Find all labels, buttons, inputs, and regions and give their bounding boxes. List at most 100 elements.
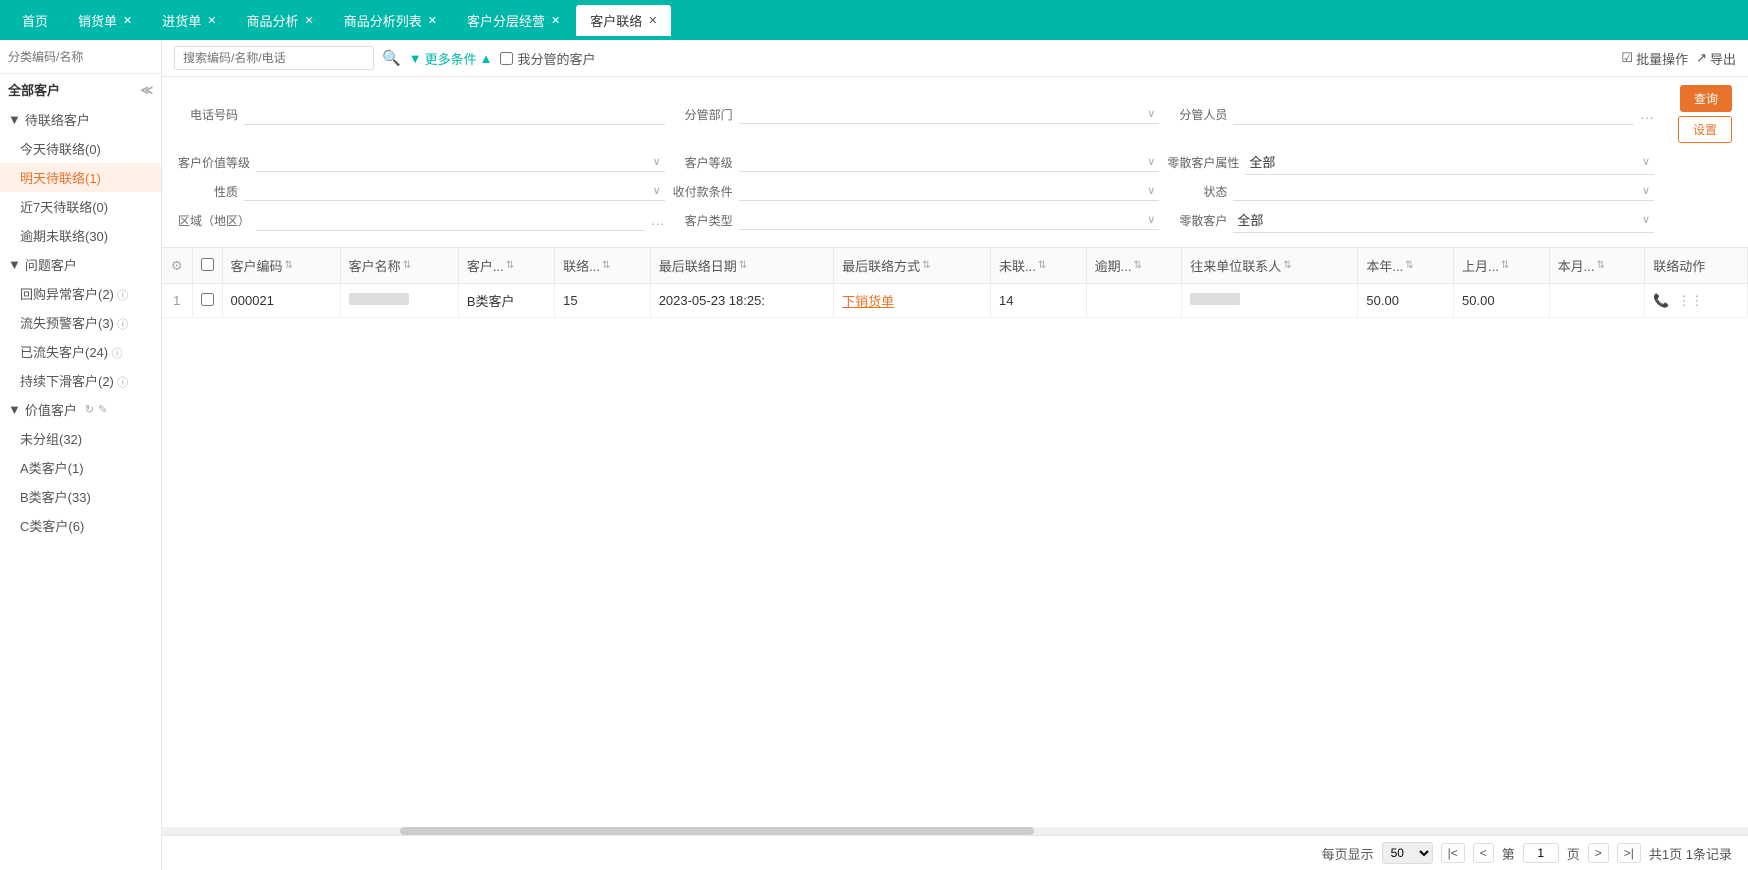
edit-icon[interactable]: ✎ — [98, 403, 107, 416]
value-customer-label: 价值客户 — [25, 400, 77, 419]
sidebar-item-repurchase-abnormal[interactable]: 回购异常客户(2) ⓘ — [0, 279, 161, 308]
all-customers-header[interactable]: 全部客户 ≪ — [0, 74, 161, 105]
export-icon: ↗ — [1696, 50, 1707, 66]
nav-sales-label: 销货单 — [78, 11, 117, 30]
more-action-icon[interactable]: ⋮⋮ — [1677, 293, 1703, 309]
nav-goods-analysis[interactable]: 商品分析 ✕ — [232, 5, 327, 36]
customer-level-select[interactable]: ∨ — [739, 152, 1160, 172]
customer-type-field: 客户类型 ∨ — [673, 210, 1160, 230]
nav-goods-analysis-close[interactable]: ✕ — [305, 14, 314, 27]
scrollbar-thumb[interactable] — [400, 827, 1034, 835]
nav-customer-contact[interactable]: 客户联络 ✕ — [576, 5, 671, 36]
sidebar-search-input[interactable] — [8, 50, 162, 64]
sidebar-item-overdue-contact[interactable]: 逾期未联络(30) — [0, 221, 161, 250]
prev-page-btn[interactable]: < — [1473, 843, 1494, 863]
sidebar-item-ungrouped[interactable]: 未分组(32) — [0, 424, 161, 453]
nav-sales[interactable]: 销货单 ✕ — [64, 5, 146, 36]
retail-attr-select[interactable]: 全部 ∨ — [1245, 149, 1654, 175]
nav-sales-close[interactable]: ✕ — [123, 14, 132, 27]
nav-customer-tier-label: 客户分层经营 — [467, 11, 545, 30]
sort-icon-date: ⇅ — [739, 260, 747, 271]
manager-more-icon[interactable]: … — [1640, 106, 1654, 122]
retail-customer-select[interactable]: 全部 ∨ — [1233, 207, 1654, 233]
dept-select[interactable]: ∨ — [739, 104, 1160, 124]
problem-customer-group[interactable]: ▼ 问题客户 — [0, 250, 161, 279]
refresh-icon[interactable]: ↻ — [85, 403, 94, 416]
collapse-icon[interactable]: ≪ — [140, 83, 153, 97]
sidebar-item-today-contact[interactable]: 今天待联络(0) — [0, 134, 161, 163]
export-button[interactable]: ↗ 导出 — [1696, 49, 1736, 68]
content-area: 🔍 ▼ 更多条件 ▲ 我分管的客户 ☑ 批量操作 ↗ 导出 — [162, 40, 1748, 870]
gender-label: 性质 — [178, 183, 238, 200]
sidebar-item-b-class[interactable]: B类客户(33) — [0, 482, 161, 511]
next-page-btn[interactable]: > — [1588, 843, 1609, 863]
col-customer-type-label: 客户... — [467, 256, 504, 275]
region-more-icon[interactable]: … — [651, 212, 665, 228]
nav-customer-tier-close[interactable]: ✕ — [551, 14, 560, 27]
first-page-btn[interactable]: |< — [1441, 843, 1465, 863]
today-contact-label: 今天待联络(0) — [20, 142, 101, 157]
chevron-up-icon: ▲ — [480, 51, 493, 66]
sidebar-search-area: 🔍 — [0, 40, 161, 74]
sidebar-item-churn-warning[interactable]: 流失预警客户(3) ⓘ — [0, 308, 161, 337]
query-button[interactable]: 查询 — [1680, 85, 1732, 112]
value-customer-group[interactable]: ▼ 价值客户 ↻ ✎ — [0, 395, 161, 424]
col-settings[interactable]: ⚙ — [162, 248, 192, 284]
col-last-month: 上月...⇅ — [1454, 248, 1550, 284]
select-all-checkbox[interactable] — [201, 258, 214, 271]
pending-contact-group[interactable]: ▼ 待联络客户 — [0, 105, 161, 134]
setting-button[interactable]: 设置 — [1678, 116, 1732, 143]
gender-select[interactable]: ∨ — [244, 181, 665, 201]
batch-op-button[interactable]: ☑ 批量操作 — [1621, 49, 1688, 68]
status-select[interactable]: ∨ — [1233, 181, 1654, 201]
table-container: ⚙ 客户编码⇅ 客户名称⇅ 客户...⇅ 联络...⇅ 最后联络日期⇅ 最后联络… — [162, 248, 1748, 827]
sort-icon-overdue: ⇅ — [1133, 260, 1141, 271]
search-input[interactable] — [174, 46, 374, 70]
region-input[interactable] — [256, 210, 645, 231]
more-conditions-btn[interactable]: ▼ 更多条件 ▲ — [409, 49, 493, 68]
sidebar-item-7days-contact[interactable]: 近7天待联络(0) — [0, 192, 161, 221]
retail-customer-value: 全部 — [1237, 210, 1263, 229]
chevron-down-icon-dept: ∨ — [1147, 107, 1155, 120]
per-page-select[interactable]: 50 100 200 — [1382, 842, 1433, 864]
phone-input[interactable] — [244, 104, 665, 125]
col-this-year-label: 本年... — [1366, 256, 1403, 275]
manager-input[interactable] — [1233, 104, 1634, 125]
filter-row-1: 电话号码 分管部门 ∨ 分管人员 … 查询 设置 — [178, 85, 1732, 143]
page-number-input[interactable] — [1523, 843, 1559, 863]
customer-type-select[interactable]: ∨ — [739, 210, 1160, 230]
nav-customer-tier[interactable]: 客户分层经营 ✕ — [453, 5, 574, 36]
page-unit: 页 — [1567, 844, 1580, 863]
arrow-down-icon: ▼ — [8, 112, 21, 127]
sidebar-item-churned[interactable]: 已流失客户(24) ⓘ — [0, 337, 161, 366]
horizontal-scrollbar[interactable] — [162, 827, 1748, 835]
sidebar-item-c-class[interactable]: C类客户(6) — [0, 511, 161, 540]
payment-select[interactable]: ∨ — [739, 181, 1160, 201]
last-page-btn[interactable]: >| — [1617, 843, 1641, 863]
nav-goods-analysis-list-close[interactable]: ✕ — [428, 14, 437, 27]
nav-customer-contact-close[interactable]: ✕ — [648, 14, 657, 27]
row-checkbox-cell[interactable] — [192, 284, 222, 318]
nav-home[interactable]: 首页 — [8, 5, 62, 36]
my-customers-checkbox-area[interactable]: 我分管的客户 — [500, 49, 595, 68]
info-icon-4: ⓘ — [117, 377, 128, 389]
nav-purchase[interactable]: 进货单 ✕ — [148, 5, 230, 36]
nav-purchase-close[interactable]: ✕ — [207, 14, 216, 27]
col-overdue: 逾期...⇅ — [1086, 248, 1182, 284]
customer-table: ⚙ 客户编码⇅ 客户名称⇅ 客户...⇅ 联络...⇅ 最后联络日期⇅ 最后联络… — [162, 248, 1748, 318]
customer-value-select[interactable]: ∨ — [256, 152, 665, 172]
sidebar-item-declining[interactable]: 持续下滑客户(2) ⓘ — [0, 366, 161, 395]
row-checkbox[interactable] — [201, 293, 214, 306]
my-customers-checkbox[interactable] — [500, 52, 513, 65]
search-button[interactable]: 🔍 — [382, 49, 401, 67]
last-contact-link[interactable]: 下销货单 — [842, 294, 894, 309]
nav-goods-analysis-list[interactable]: 商品分析列表 ✕ — [330, 5, 451, 36]
filter-row-3: 性质 ∨ 收付款条件 ∨ 状态 — [178, 181, 1732, 201]
top-navigation: 首页 销货单 ✕ 进货单 ✕ 商品分析 ✕ 商品分析列表 ✕ 客户分层经营 ✕ … — [0, 0, 1748, 40]
sidebar-item-a-class[interactable]: A类客户(1) — [0, 453, 161, 482]
sidebar-item-tomorrow-contact[interactable]: 明天待联络(1) — [0, 163, 161, 192]
customer-level-field: 客户等级 ∨ — [673, 152, 1160, 172]
export-label: 导出 — [1710, 49, 1736, 68]
phone-action-icon[interactable]: 📞 — [1653, 293, 1669, 309]
col-checkbox[interactable] — [192, 248, 222, 284]
